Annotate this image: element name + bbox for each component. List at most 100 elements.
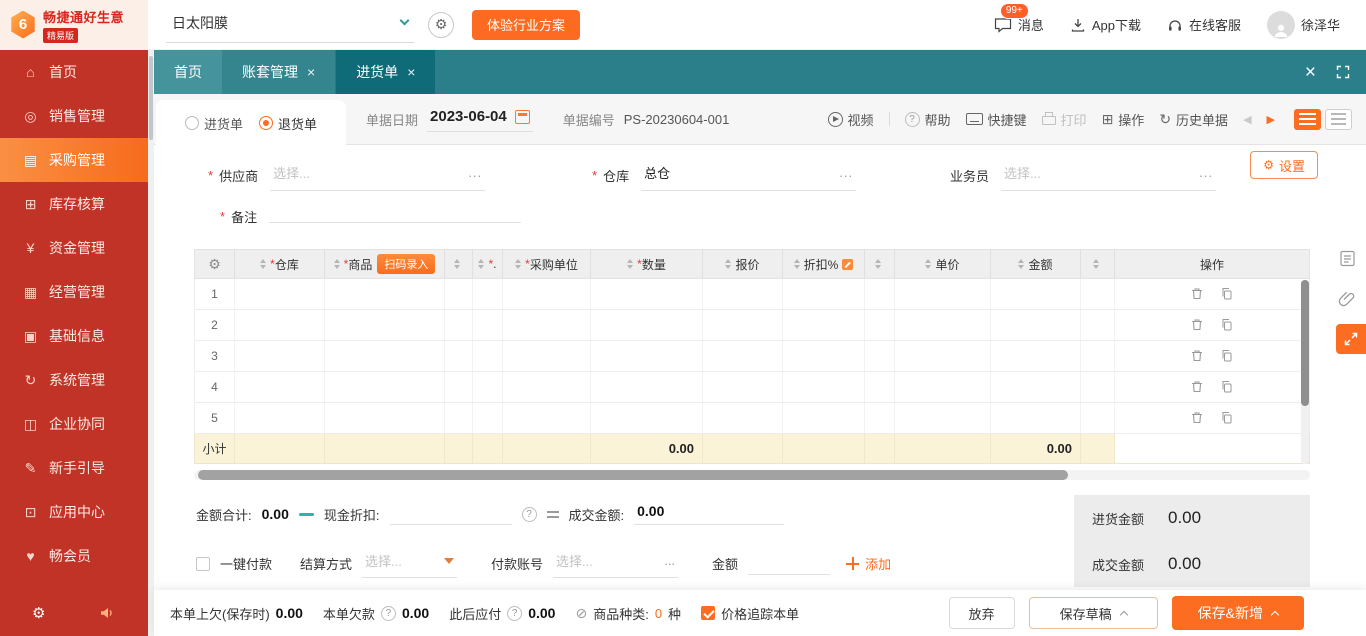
topbar-settings-button[interactable]: ⚙: [428, 11, 454, 38]
cell-unit[interactable]: [503, 403, 591, 433]
cell[interactable]: [473, 341, 503, 371]
help-button[interactable]: ? 帮助: [904, 110, 951, 129]
history-button[interactable]: ↻ 历史单据: [1159, 110, 1228, 129]
sidebar-item-member[interactable]: ♥ 畅会员: [0, 534, 148, 578]
sort-icon[interactable]: [793, 259, 800, 269]
salesman-browse-icon[interactable]: ...: [1199, 165, 1213, 180]
discount-edit-icon[interactable]: [842, 258, 854, 270]
cell-unit[interactable]: [503, 310, 591, 340]
cell-product[interactable]: [325, 372, 445, 402]
cell-quantity[interactable]: [591, 341, 703, 371]
cell-discount[interactable]: [783, 341, 865, 371]
scrollbar-thumb[interactable]: [198, 470, 1069, 480]
sort-icon[interactable]: [260, 259, 267, 269]
attachment-button[interactable]: [1337, 288, 1359, 310]
cell-quantity[interactable]: [591, 279, 703, 309]
cell-price[interactable]: [895, 279, 991, 309]
cell-quantity[interactable]: [591, 372, 703, 402]
calendar-icon[interactable]: [514, 109, 530, 124]
cell[interactable]: [473, 279, 503, 309]
hotkey-button[interactable]: 快捷键: [965, 110, 1027, 129]
company-select[interactable]: 日太阳膜: [166, 7, 414, 43]
trial-plan-button[interactable]: 体验行业方案: [472, 9, 581, 40]
cell-warehouse[interactable]: [235, 341, 325, 371]
cell-product[interactable]: [325, 403, 445, 433]
cell[interactable]: [473, 310, 503, 340]
question-icon[interactable]: ?: [521, 506, 537, 522]
warehouse-field[interactable]: 总仓 ...: [641, 159, 857, 191]
cell-amount[interactable]: [991, 279, 1081, 309]
delete-row-icon[interactable]: [1190, 349, 1204, 363]
delete-row-icon[interactable]: [1190, 318, 1204, 332]
header-purchase-unit[interactable]: * 采购单位: [503, 250, 591, 278]
cell[interactable]: [1081, 403, 1115, 433]
cell[interactable]: [473, 403, 503, 433]
sort-icon[interactable]: [925, 259, 932, 269]
scrollbar-thumb[interactable]: [1301, 280, 1309, 406]
cell[interactable]: [865, 372, 895, 402]
fullscreen-icon[interactable]: [1336, 65, 1350, 79]
price-track-checkbox[interactable]: [701, 606, 716, 620]
cell-warehouse[interactable]: [235, 279, 325, 309]
tab-home[interactable]: 首页: [154, 50, 222, 94]
cell[interactable]: [1081, 279, 1115, 309]
cell-price[interactable]: [895, 403, 991, 433]
sort-icon[interactable]: [453, 259, 460, 269]
grid-view-button[interactable]: [1325, 108, 1352, 130]
pay-account-field[interactable]: 选择......: [553, 549, 679, 578]
header-quantity[interactable]: * 数量: [591, 250, 703, 278]
copy-row-icon[interactable]: [1220, 287, 1234, 301]
settle-method-select[interactable]: 选择...: [362, 549, 458, 578]
cell-price[interactable]: [895, 372, 991, 402]
delete-row-icon[interactable]: [1190, 411, 1204, 425]
close-tab-icon[interactable]: ×: [307, 64, 315, 80]
feedback-button[interactable]: [1337, 248, 1359, 270]
cell[interactable]: [473, 372, 503, 402]
cell-quote[interactable]: [703, 279, 783, 309]
cell-quote[interactable]: [703, 341, 783, 371]
header-blank[interactable]: [1081, 250, 1115, 278]
cell-discount[interactable]: [783, 403, 865, 433]
list-view-button[interactable]: [1294, 108, 1321, 130]
add-payment-button[interactable]: 添加: [846, 554, 891, 573]
announcement-icon[interactable]: [98, 605, 116, 621]
deal-amount-field[interactable]: 0.00: [634, 503, 785, 525]
sidebar-item-collaboration[interactable]: ◫ 企业协同: [0, 402, 148, 446]
sidebar-item-inventory[interactable]: ⊞ 库存核算: [0, 182, 148, 226]
sidebar-item-basic-info[interactable]: ▣ 基础信息: [0, 314, 148, 358]
delete-row-icon[interactable]: [1190, 380, 1204, 394]
cell-unit[interactable]: [503, 341, 591, 371]
cell-amount[interactable]: [991, 310, 1081, 340]
operations-button[interactable]: ⊞ 操作: [1102, 110, 1145, 129]
cell-quantity[interactable]: [591, 310, 703, 340]
one-click-pay-checkbox[interactable]: [196, 556, 210, 571]
header-discount[interactable]: 折扣%: [783, 250, 865, 278]
cell-amount[interactable]: [991, 341, 1081, 371]
sidebar-item-app-center[interactable]: ⊡ 应用中心: [0, 490, 148, 534]
doc-date-field[interactable]: 2023-06-04: [427, 106, 533, 132]
cell[interactable]: [865, 403, 895, 433]
delete-row-icon[interactable]: [1190, 287, 1204, 301]
question-icon[interactable]: ?: [507, 605, 523, 621]
cell[interactable]: [865, 341, 895, 371]
sidebar-item-business[interactable]: ▦ 经营管理: [0, 270, 148, 314]
remark-field[interactable]: [269, 210, 522, 223]
warehouse-browse-icon[interactable]: ...: [839, 165, 853, 180]
vertical-scrollbar[interactable]: [148, 50, 154, 636]
scrollbar-thumb[interactable]: [149, 56, 153, 140]
settings-button[interactable]: ⚙ 设置: [1250, 151, 1318, 179]
header-blank[interactable]: [865, 250, 895, 278]
tab-account-management[interactable]: 账套管理 ×: [222, 50, 337, 94]
header-quote[interactable]: 报价: [703, 250, 783, 278]
cell-warehouse[interactable]: [235, 403, 325, 433]
cell-price[interactable]: [895, 310, 991, 340]
sort-icon[interactable]: [627, 259, 634, 269]
cell[interactable]: [865, 310, 895, 340]
scan-entry-button[interactable]: 扫码录入: [377, 254, 436, 274]
cell-unit[interactable]: [503, 279, 591, 309]
cell-quote[interactable]: [703, 310, 783, 340]
cell[interactable]: [445, 403, 473, 433]
cell[interactable]: [445, 372, 473, 402]
cell[interactable]: [865, 279, 895, 309]
save-draft-button[interactable]: 保存草稿: [1028, 597, 1158, 629]
